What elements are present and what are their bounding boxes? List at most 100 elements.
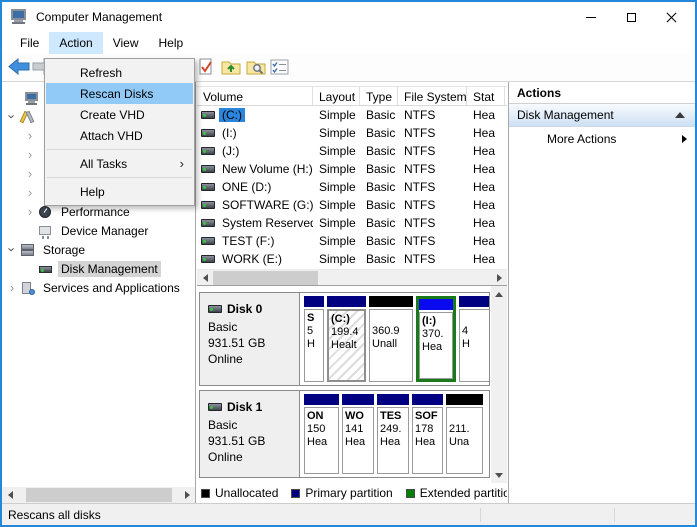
volume-row-new-volume-h[interactable]: New Volume (H:)SimpleBasicNTFSHea xyxy=(197,160,507,178)
volume-fs-cell: NTFS xyxy=(398,144,467,158)
actions-group-disk-management[interactable]: Disk Management xyxy=(509,104,695,127)
volume-icon xyxy=(201,255,215,263)
volume-row-system-reserved[interactable]: System ReservedSimpleBasicNTFSHea xyxy=(197,214,507,232)
graphical-vertical-scrollbar[interactable] xyxy=(491,286,507,483)
column-header-type[interactable]: Type xyxy=(360,87,398,105)
disk-info-disk-0[interactable]: Disk 0Basic931.51 GBOnline xyxy=(200,293,300,385)
chevron-down-icon[interactable]: › xyxy=(5,242,20,258)
document-check-icon[interactable] xyxy=(197,58,215,77)
menu-item-attach-vhd[interactable]: Attach VHD xyxy=(46,125,193,146)
volume-horizontal-scrollbar[interactable] xyxy=(197,269,507,285)
menubar-item-help[interactable]: Help xyxy=(149,32,194,54)
more-actions-item[interactable]: More Actions xyxy=(509,127,695,150)
partition-unallocated[interactable]: 360.9Unall xyxy=(369,296,413,382)
volume-fs-cell: NTFS xyxy=(398,234,467,248)
disk-size: 931.51 GB xyxy=(208,433,299,449)
partition-label: SOF178Hea xyxy=(412,407,443,474)
disk-status: Online xyxy=(208,449,299,465)
volume-row-work-e[interactable]: WORK (E:)SimpleBasicNTFSHea xyxy=(197,250,507,268)
volume-row-i[interactable]: (I:)SimpleBasicNTFSHea xyxy=(197,124,507,142)
volume-name-cell: SOFTWARE (G:) xyxy=(197,198,313,212)
partition-item[interactable]: 4H xyxy=(459,296,489,382)
scroll-left-icon[interactable] xyxy=(2,487,18,503)
partition-on[interactable]: ON150Hea xyxy=(304,394,339,474)
scroll-down-icon[interactable] xyxy=(491,467,507,483)
submenu-arrow-icon xyxy=(682,135,687,143)
back-icon[interactable] xyxy=(8,58,30,75)
legend-swatch-unallocated xyxy=(201,489,210,498)
volume-fs-cell: NTFS xyxy=(398,216,467,230)
folder-search-icon[interactable] xyxy=(246,58,266,77)
volume-row-software-g[interactable]: SOFTWARE (G:)SimpleBasicNTFSHea xyxy=(197,196,507,214)
volume-status-cell: Hea xyxy=(467,216,505,230)
legend-label: Extended partition xyxy=(420,486,507,500)
tree-item-services-and-applications[interactable]: ›Services and Applications xyxy=(2,278,195,297)
partition-type-band xyxy=(412,394,443,405)
folder-up-icon[interactable] xyxy=(221,58,241,77)
tree-item-disk-management[interactable]: ›Disk Management xyxy=(2,259,195,278)
tree-item-device-manager[interactable]: ›Device Manager xyxy=(2,221,195,240)
chevron-right-icon[interactable]: › xyxy=(22,204,38,219)
chevron-right-icon[interactable]: › xyxy=(22,166,38,181)
volume-layout-cell: Simple xyxy=(313,216,360,230)
partition-i[interactable]: (I:)370.Hea xyxy=(416,296,456,382)
volume-list-header: VolumeLayoutTypeFile SystemStat xyxy=(197,86,507,106)
partition-label: (I:)370.Hea xyxy=(419,312,453,379)
chevron-right-icon[interactable]: › xyxy=(22,128,38,143)
volume-row-j[interactable]: (J:)SimpleBasicNTFSHea xyxy=(197,142,507,160)
volume-row-c[interactable]: (C:)SimpleBasicNTFSHea xyxy=(197,106,507,124)
column-header-stat[interactable]: Stat xyxy=(467,87,505,105)
menu-item-all-tasks[interactable]: All Tasks› xyxy=(46,153,193,174)
partition-line-2: 199.4 xyxy=(331,326,363,339)
collapse-icon[interactable] xyxy=(675,112,685,118)
menu-item-help[interactable]: Help xyxy=(46,181,193,202)
menu-item-rescan-disks[interactable]: Rescan Disks xyxy=(46,83,193,104)
computer-icon xyxy=(24,91,40,105)
scrollbar-thumb[interactable] xyxy=(213,271,318,285)
volume-row-one-d[interactable]: ONE (D:)SimpleBasicNTFSHea xyxy=(197,178,507,196)
menu-separator xyxy=(47,149,192,150)
partition-wo[interactable]: WO141Hea xyxy=(342,394,374,474)
partition-s[interactable]: S5H xyxy=(304,296,324,382)
close-button[interactable] xyxy=(651,2,691,32)
column-header-file-system[interactable]: File System xyxy=(398,87,467,105)
partition-sof[interactable]: SOF178Hea xyxy=(412,394,443,474)
scroll-right-icon[interactable] xyxy=(179,487,195,503)
scroll-up-icon[interactable] xyxy=(491,286,507,302)
tree-horizontal-scrollbar[interactable] xyxy=(2,487,195,503)
partition-type-band xyxy=(369,296,413,307)
partition-tes[interactable]: TES249.Hea xyxy=(377,394,409,474)
minimize-button[interactable] xyxy=(571,2,611,32)
partition-unallocated[interactable]: 211.Una xyxy=(446,394,483,474)
disk-row-disk-1[interactable]: Disk 1Basic931.51 GBOnlineON150HeaWO141H… xyxy=(199,390,490,478)
chevron-right-icon[interactable]: › xyxy=(22,147,38,162)
minimize-icon xyxy=(586,17,596,18)
scrollbar-thumb[interactable] xyxy=(26,488,172,502)
disk-row-disk-0[interactable]: Disk 0Basic931.51 GBOnlineS5H(C:)199.4He… xyxy=(199,292,490,386)
scroll-right-icon[interactable] xyxy=(491,270,507,286)
menubar-item-action[interactable]: Action xyxy=(49,32,102,54)
tree-item-storage[interactable]: ›Storage xyxy=(2,240,195,259)
volume-type-cell: Basic xyxy=(360,126,398,140)
storage-icon xyxy=(20,243,36,257)
volume-type-cell: Basic xyxy=(360,216,398,230)
volume-type-cell: Basic xyxy=(360,198,398,212)
volume-row-test-f[interactable]: TEST (F:)SimpleBasicNTFSHea xyxy=(197,232,507,250)
menubar-item-view[interactable]: View xyxy=(103,32,149,54)
chevron-down-icon[interactable]: › xyxy=(5,109,20,125)
chevron-right-icon[interactable]: › xyxy=(4,280,20,295)
disk-info-disk-1[interactable]: Disk 1Basic931.51 GBOnline xyxy=(200,391,300,477)
menu-item-create-vhd[interactable]: Create VHD xyxy=(46,104,193,125)
menubar-item-file[interactable]: File xyxy=(10,32,49,54)
volume-status-cell: Hea xyxy=(467,180,505,194)
checklist-icon[interactable] xyxy=(270,58,289,77)
column-header-volume[interactable]: Volume xyxy=(197,87,313,105)
column-header-layout[interactable]: Layout xyxy=(313,87,360,105)
partition-c[interactable]: (C:)199.4Healt xyxy=(327,296,366,382)
menu-item-refresh[interactable]: Refresh xyxy=(46,62,193,83)
maximize-button[interactable] xyxy=(611,2,651,32)
scroll-left-icon[interactable] xyxy=(197,270,213,286)
chevron-right-icon[interactable]: › xyxy=(22,185,38,200)
partition-label: (C:)199.4Healt xyxy=(327,309,366,382)
volume-status-cell: Hea xyxy=(467,144,505,158)
